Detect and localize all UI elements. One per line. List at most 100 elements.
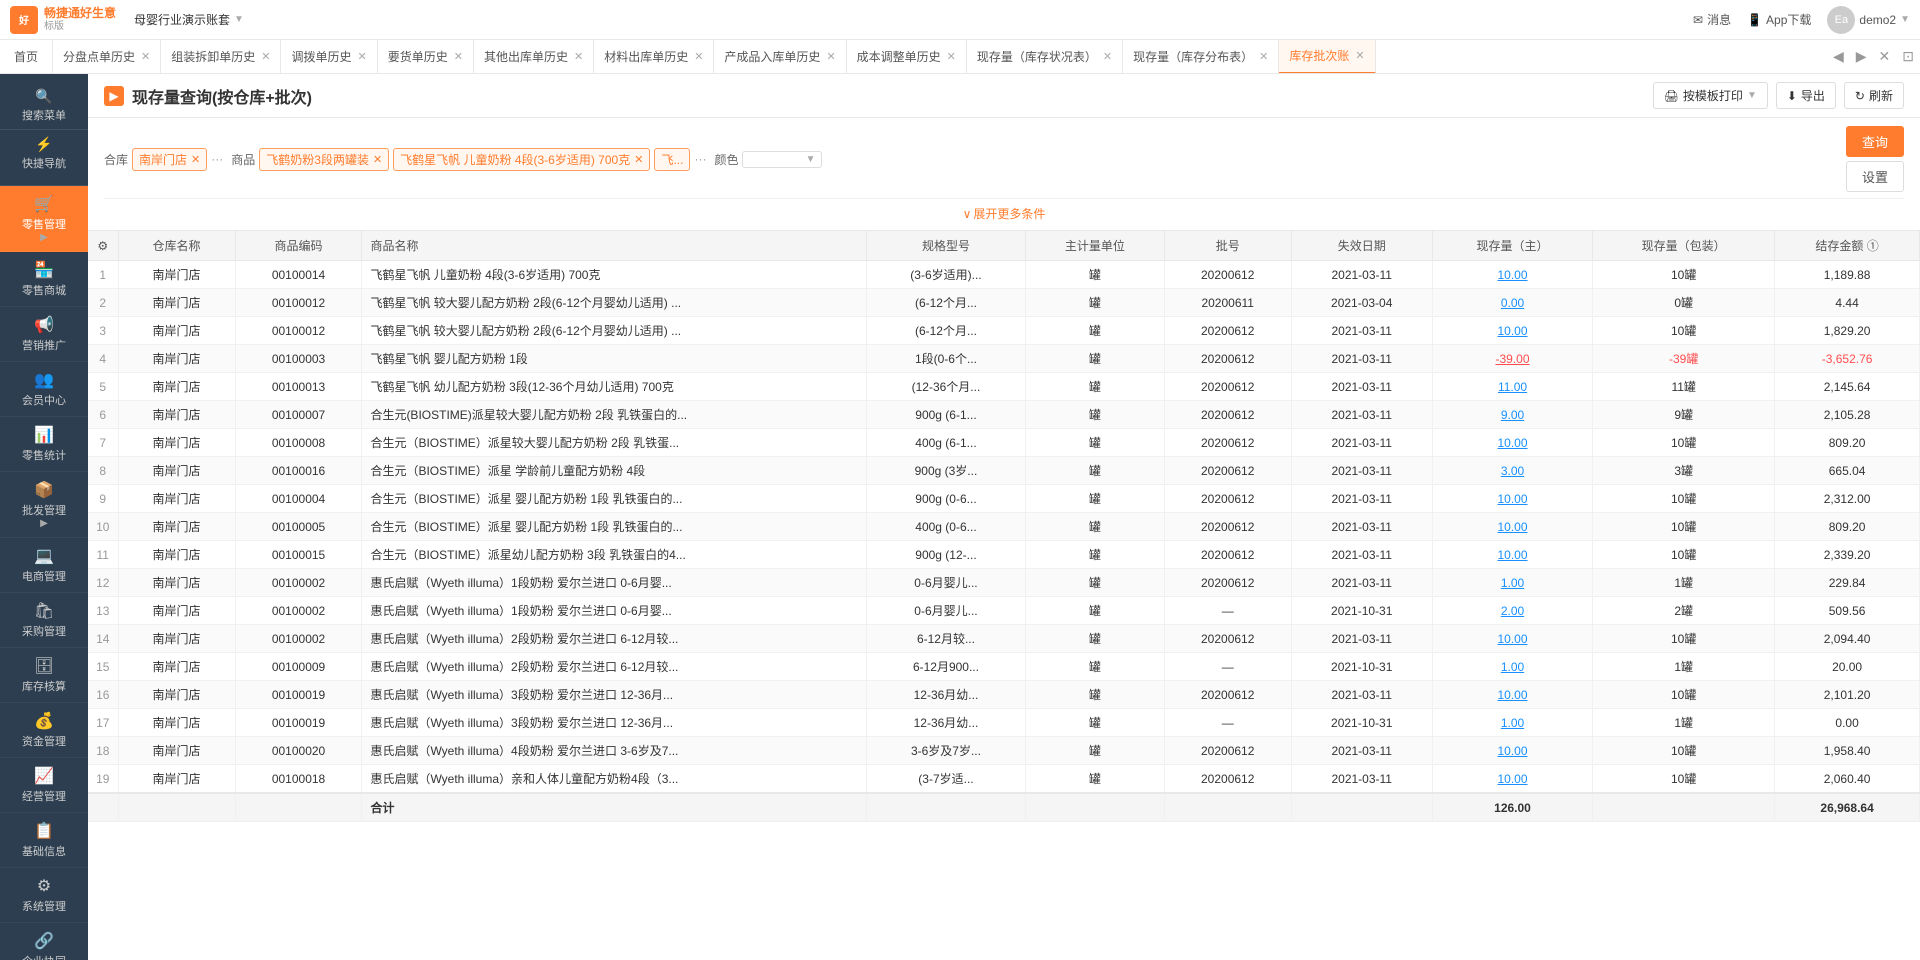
color-filter-input[interactable]: ▼	[742, 151, 822, 168]
sidebar-item-basic-info[interactable]: 📋 基础信息	[0, 813, 88, 868]
cell-qty-main[interactable]: 10.00	[1432, 541, 1592, 569]
tab-item-0[interactable]: 分盘点单历史 ✕	[53, 40, 161, 74]
sidebar-item-finance[interactable]: 💰 资金管理	[0, 703, 88, 758]
user-area[interactable]: Ea demo2 ▼	[1827, 6, 1910, 34]
product-tag-1[interactable]: 飞鹤星飞帆 儿童奶粉 4段(3-6岁适用) 700克 ✕	[393, 148, 650, 171]
product-more-btn[interactable]: ···	[694, 152, 706, 166]
tab-item-2[interactable]: 调拨单历史 ✕	[281, 40, 377, 74]
cell-qty-main[interactable]: 10.00	[1432, 261, 1592, 289]
sidebar-item-retail-mgmt[interactable]: 🛒 零售管理 ▶	[0, 186, 88, 252]
tab-close-9[interactable]: ✕	[1259, 50, 1268, 63]
tab-item-6[interactable]: 产成品入库单历史 ✕	[714, 40, 846, 74]
sidebar-item-marketing[interactable]: 📢 营销推广	[0, 307, 88, 362]
tab-close-3[interactable]: ✕	[454, 50, 463, 63]
product-tag-more[interactable]: 飞...	[654, 148, 690, 171]
cell-qty-main[interactable]: 0.00	[1432, 289, 1592, 317]
app-download-btn[interactable]: 📱 App下载	[1747, 11, 1811, 28]
tab-prev-btn[interactable]: ◀	[1827, 40, 1850, 74]
tab-close-1[interactable]: ✕	[261, 50, 270, 63]
cell-qty-main[interactable]: 10.00	[1432, 737, 1592, 765]
print-btn[interactable]: 🖨 按模板打印 ▼	[1653, 82, 1768, 109]
cell-qty-main[interactable]: 10.00	[1432, 765, 1592, 794]
cell-expire: 2021-03-11	[1291, 345, 1432, 373]
tab-close-10[interactable]: ✕	[1355, 49, 1364, 62]
page-header: ▶ 现存量查询(按仓库+批次) 🖨 按模板打印 ▼ ⬇ 导出 ↻ 刷新	[88, 74, 1920, 118]
quick-nav-label: 快捷导航	[22, 155, 66, 171]
col-settings[interactable]: ⚙	[88, 231, 118, 261]
product-tag-0-close-icon[interactable]: ✕	[373, 153, 382, 166]
sidebar-item-wholesale[interactable]: 📦 批发管理 ▶	[0, 472, 88, 538]
tab-close-4[interactable]: ✕	[574, 50, 583, 63]
export-btn[interactable]: ⬇ 导出	[1776, 82, 1836, 109]
tab-close-6[interactable]: ✕	[826, 50, 835, 63]
tab-close-7[interactable]: ✕	[947, 50, 956, 63]
cell-qty-pkg: 1罐	[1593, 569, 1775, 597]
cell-expire: 2021-03-11	[1291, 485, 1432, 513]
cell-qty-main[interactable]: 2.00	[1432, 597, 1592, 625]
tab-close-8[interactable]: ✕	[1103, 50, 1112, 63]
cell-balance: 20.00	[1775, 653, 1920, 681]
tab-close-2[interactable]: ✕	[358, 50, 367, 63]
cell-expire: 2021-03-11	[1291, 317, 1432, 345]
cell-qty-main[interactable]: 10.00	[1432, 485, 1592, 513]
tab-next-btn[interactable]: ▶	[1850, 40, 1873, 74]
tab-item-10[interactable]: 库存批次账 ✕	[1279, 40, 1375, 74]
cell-qty-main[interactable]: 10.00	[1432, 681, 1592, 709]
table-row: 16 南岸门店 00100019 惠氏启赋（Wyeth illuma）3段奶粉 …	[88, 681, 1920, 709]
tab-item-8[interactable]: 现存量（库存状况表） ✕	[967, 40, 1123, 74]
cell-qty-main[interactable]: 10.00	[1432, 513, 1592, 541]
tab-item-1[interactable]: 组装拆卸单历史 ✕	[161, 40, 281, 74]
refresh-btn[interactable]: ↻ 刷新	[1844, 82, 1904, 109]
sidebar-item-purchase[interactable]: 🛍 采购管理	[0, 593, 88, 648]
cell-qty-pkg: 0罐	[1593, 289, 1775, 317]
tab-item-3[interactable]: 要货单历史 ✕	[378, 40, 474, 74]
cell-qty-main[interactable]: 10.00	[1432, 625, 1592, 653]
tab-item-5[interactable]: 材料出库单历史 ✕	[594, 40, 714, 74]
product-tag-0[interactable]: 飞鹤奶粉3段两罐装 ✕	[259, 148, 389, 171]
sidebar-item-ecommerce[interactable]: 💻 电商管理	[0, 538, 88, 593]
message-btn[interactable]: ✉ 消息	[1693, 11, 1731, 28]
cell-qty-main[interactable]: 1.00	[1432, 653, 1592, 681]
sidebar-item-operations[interactable]: 📈 经营管理	[0, 758, 88, 813]
account-selector[interactable]: 母婴行业演示账套 ▼	[134, 11, 244, 28]
warehouse-tag-close-icon[interactable]: ✕	[191, 153, 200, 166]
warehouse-more-btn[interactable]: ···	[211, 152, 223, 166]
cell-unit: 罐	[1026, 597, 1165, 625]
sidebar-item-member[interactable]: 👥 会员中心	[0, 362, 88, 417]
warehouse-tag[interactable]: 南岸门店 ✕	[132, 148, 207, 171]
cell-qty-main[interactable]: -39.00	[1432, 345, 1592, 373]
cell-qty-main[interactable]: 1.00	[1432, 569, 1592, 597]
sidebar-item-system[interactable]: ⚙ 系统管理	[0, 868, 88, 923]
enterprise-icon: 🔗	[34, 931, 54, 951]
product-tag-1-close-icon[interactable]: ✕	[634, 153, 643, 166]
query-btn[interactable]: 查询	[1846, 126, 1904, 157]
cell-qty-main[interactable]: 3.00	[1432, 457, 1592, 485]
tab-close-0[interactable]: ✕	[141, 50, 150, 63]
cell-qty-main[interactable]: 9.00	[1432, 401, 1592, 429]
collapse-sidebar-btn[interactable]: ▶	[104, 86, 124, 106]
table-row: 2 南岸门店 00100012 飞鹤星飞帆 较大婴儿配方奶粉 2段(6-12个月…	[88, 289, 1920, 317]
tab-home[interactable]: 首页	[0, 40, 53, 74]
sidebar-item-retail-shop[interactable]: 🏪 零售商城	[0, 252, 88, 307]
cell-qty-main[interactable]: 10.00	[1432, 429, 1592, 457]
sidebar-item-enterprise[interactable]: 🔗 企业协同	[0, 923, 88, 960]
tab-menu-btn[interactable]: ⊡	[1896, 40, 1920, 74]
tab-close-5[interactable]: ✕	[694, 50, 703, 63]
logo-text: 畅捷通好生意	[44, 6, 116, 20]
cell-qty-main[interactable]: 10.00	[1432, 317, 1592, 345]
tab-close-all-btn[interactable]: ✕	[1873, 40, 1897, 74]
cell-qty-main[interactable]: 1.00	[1432, 709, 1592, 737]
search-menu-btn[interactable]: 🔍 搜索菜单	[0, 82, 88, 129]
cell-qty-main[interactable]: 11.00	[1432, 373, 1592, 401]
tab-item-4[interactable]: 其他出库单历史 ✕	[474, 40, 594, 74]
sidebar-item-retail-stat[interactable]: 📊 零售统计	[0, 417, 88, 472]
tab-label-3: 要货单历史	[388, 48, 448, 65]
refresh-label: 刷新	[1869, 87, 1893, 104]
expand-conditions-btn[interactable]: ∨ 展开更多条件	[104, 198, 1904, 222]
setting-btn[interactable]: 设置	[1846, 161, 1904, 192]
cell-num: 10	[88, 513, 118, 541]
quick-nav-btn[interactable]: ⚡ 快捷导航	[0, 129, 88, 177]
tab-item-9[interactable]: 现存量（库存分布表） ✕	[1123, 40, 1279, 74]
sidebar-item-inventory[interactable]: 🗄 库存核算	[0, 648, 88, 703]
tab-item-7[interactable]: 成本调整单历史 ✕	[847, 40, 967, 74]
